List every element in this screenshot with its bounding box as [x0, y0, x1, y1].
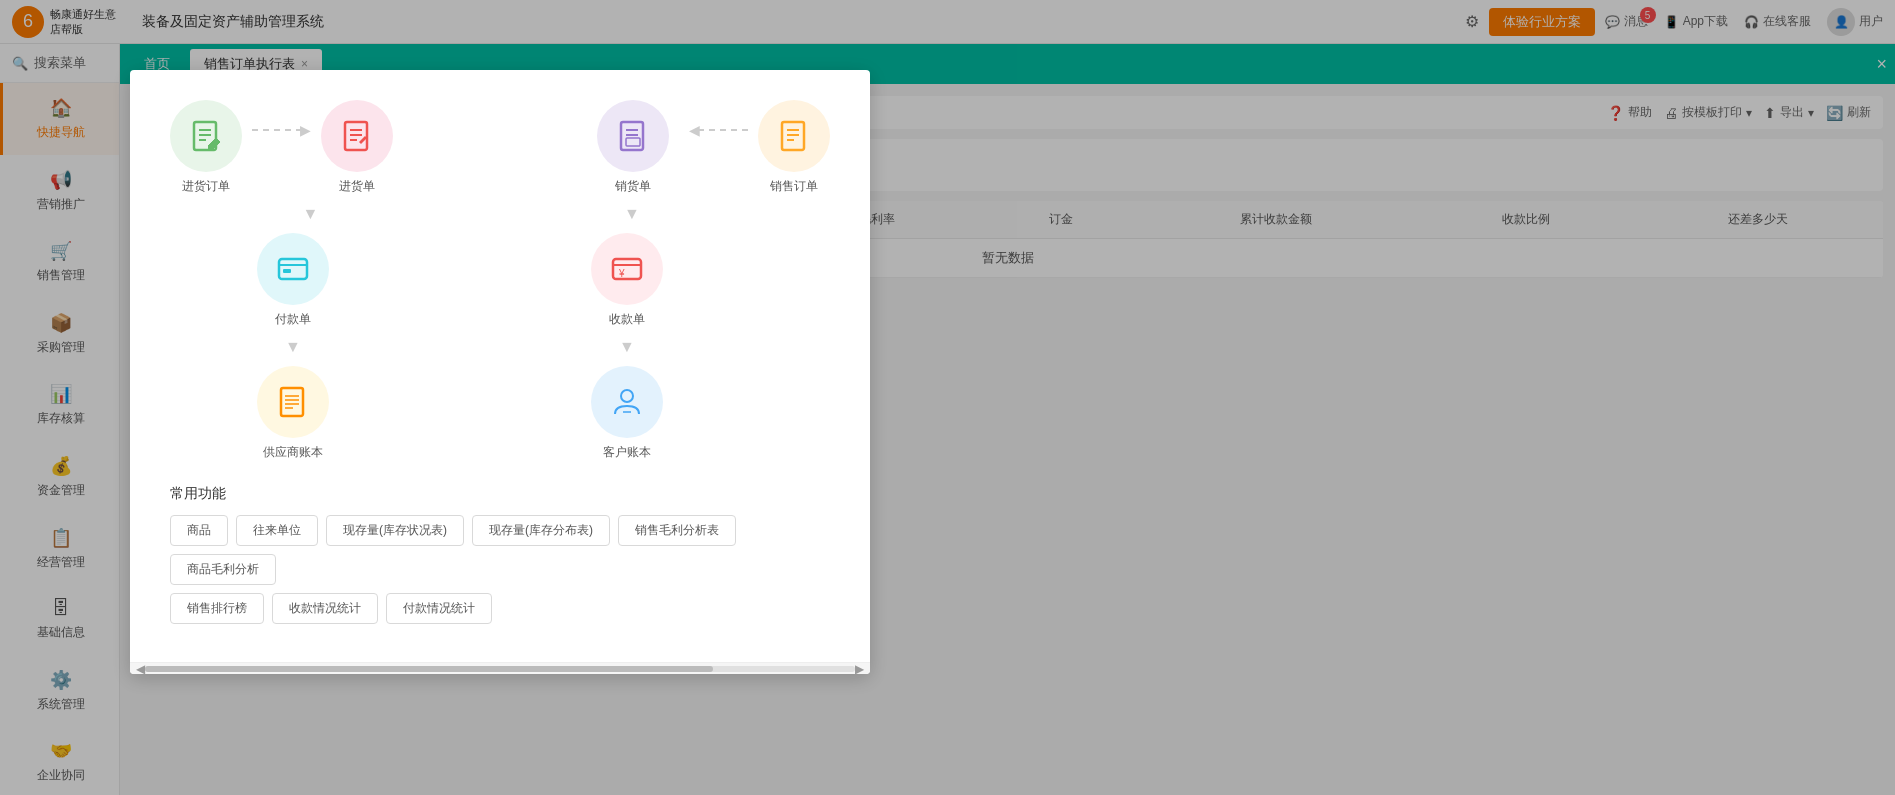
func-buttons-row1: 商品 往来单位 现存量(库存状况表) 现存量(库存分布表) 销售毛利分析表 商品…	[170, 515, 830, 585]
func-buttons-row2: 销售排行榜 收款情况统计 付款情况统计	[170, 593, 830, 624]
func-btn-product-profit[interactable]: 商品毛利分析	[170, 554, 276, 585]
func-btn-receipt-stats[interactable]: 收款情况统计	[272, 593, 378, 624]
payment-bill-label: 付款单	[275, 311, 311, 328]
func-btn-sales-analysis[interactable]: 销售毛利分析表	[618, 515, 736, 546]
purchase-order-label: 进货订单	[182, 178, 230, 195]
func-btn-inventory-status[interactable]: 现存量(库存状况表)	[326, 515, 464, 546]
common-functions: 常用功能 商品 往来单位 现存量(库存状况表) 现存量(库存分布表) 销售毛利分…	[170, 485, 830, 624]
common-title: 常用功能	[170, 485, 830, 503]
sales-bill-circle[interactable]	[597, 100, 669, 172]
receipt-bill-circle[interactable]: ¥	[591, 233, 663, 305]
svg-rect-19	[613, 259, 641, 279]
svg-rect-11	[626, 138, 640, 146]
func-btn-sales-ranking[interactable]: 销售排行榜	[170, 593, 264, 624]
svg-rect-18	[283, 269, 291, 273]
svg-rect-16	[279, 259, 307, 279]
purchase-bill-circle[interactable]	[321, 100, 393, 172]
purchase-order-circle[interactable]	[170, 100, 242, 172]
popup-content: 进货订单 ▶ 进货单	[130, 70, 870, 662]
popup-overlay[interactable]: 进货订单 ▶ 进货单	[0, 0, 1895, 795]
popup-box: 进货订单 ▶ 进货单	[130, 70, 870, 674]
receipt-bill-label: 收款单	[609, 311, 645, 328]
scroll-thumb	[145, 666, 713, 672]
func-btn-payment-stats[interactable]: 付款情况统计	[386, 593, 492, 624]
scroll-track[interactable]	[145, 666, 855, 672]
func-btn-product[interactable]: 商品	[170, 515, 228, 546]
supplier-account-label: 供应商账本	[263, 444, 323, 461]
sales-order-circle[interactable]	[758, 100, 830, 172]
svg-text:¥: ¥	[618, 268, 625, 279]
func-btn-inventory-dist[interactable]: 现存量(库存分布表)	[472, 515, 610, 546]
svg-point-27	[621, 390, 633, 402]
purchase-bill-label: 进货单	[339, 178, 375, 195]
popup-scrollbar: ◀ ▶	[130, 662, 870, 674]
sales-order-label: 销售订单	[770, 178, 818, 195]
svg-rect-22	[281, 388, 303, 416]
supplier-account-circle[interactable]	[257, 366, 329, 438]
customer-account-circle[interactable]	[591, 366, 663, 438]
customer-account-label: 客户账本	[603, 444, 651, 461]
sales-bill-label: 销货单	[615, 178, 651, 195]
scroll-right-btn[interactable]: ▶	[855, 662, 864, 675]
payment-bill-circle[interactable]	[257, 233, 329, 305]
scroll-left-btn[interactable]: ◀	[136, 662, 145, 675]
func-btn-contacts[interactable]: 往来单位	[236, 515, 318, 546]
